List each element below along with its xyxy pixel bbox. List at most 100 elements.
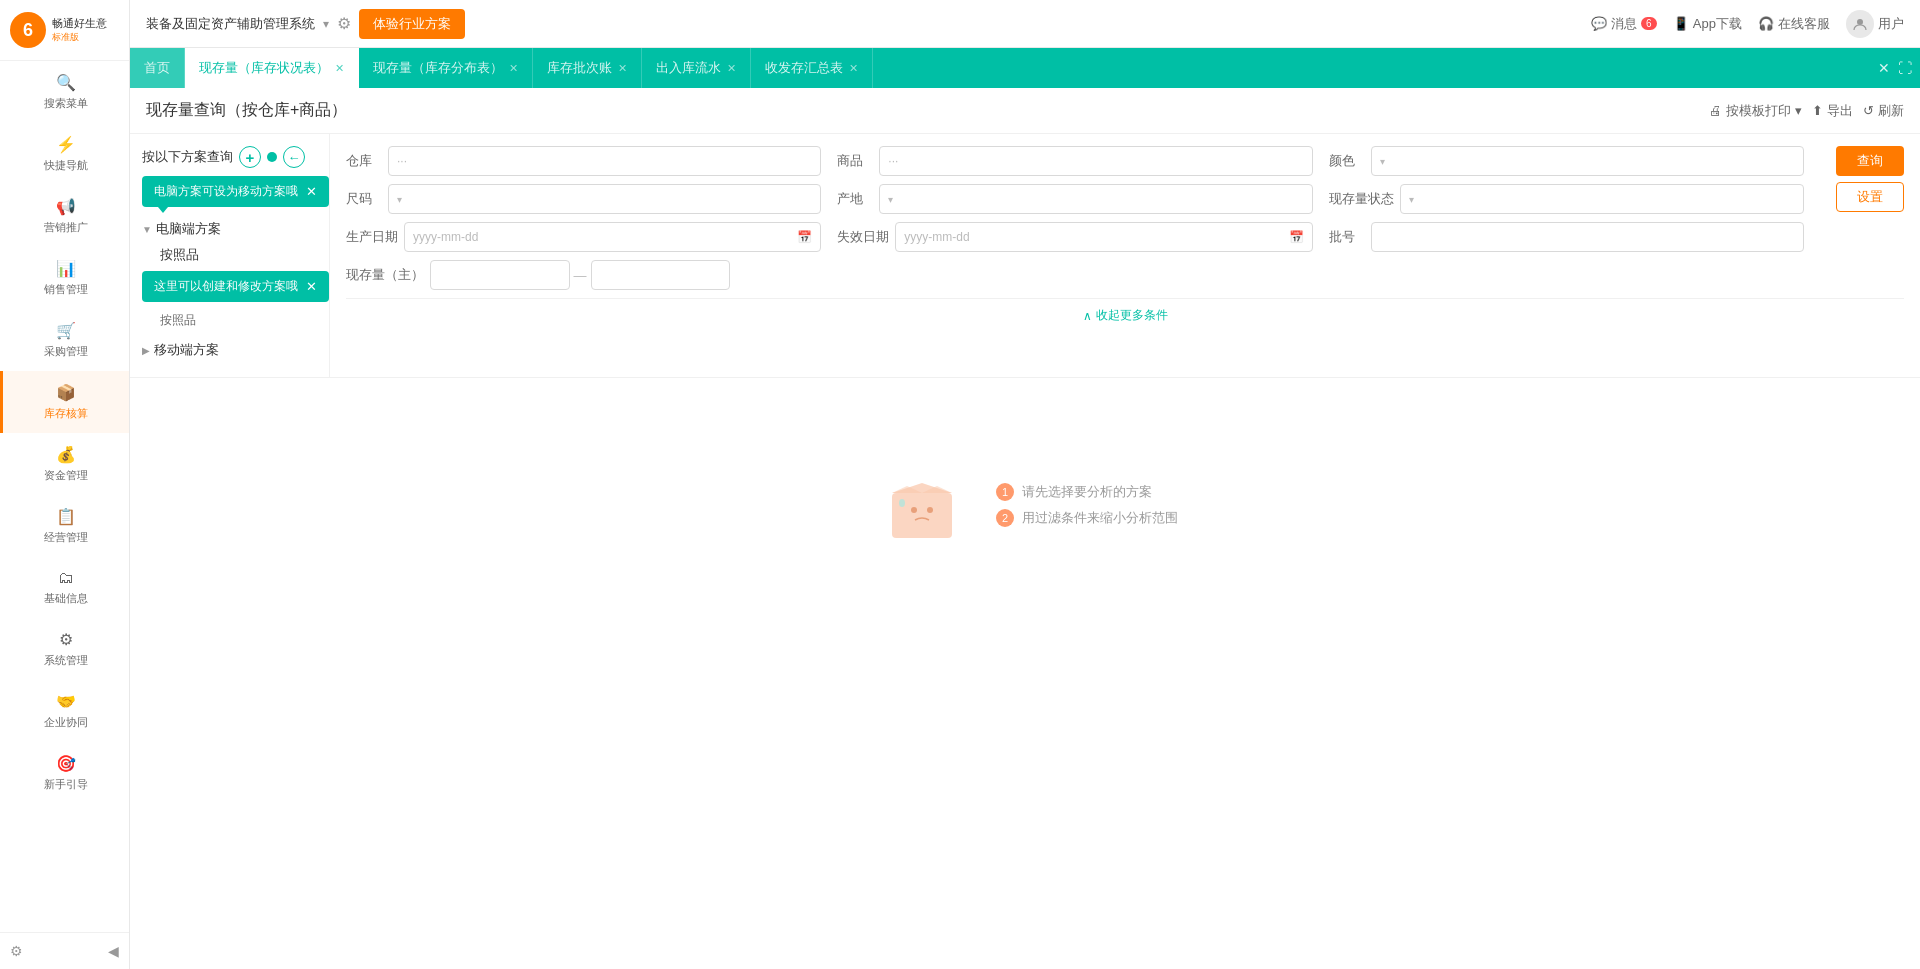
tab-in-out-flow[interactable]: 出入库流水 ✕ (642, 48, 751, 88)
sidebar-item-label: 企业协同 (44, 715, 88, 730)
goods-input[interactable]: ··· (879, 146, 1312, 176)
search-btn[interactable]: 查询 (1836, 146, 1904, 176)
basic-icon: 🗂 (58, 569, 74, 587)
tab-inventory-batch[interactable]: 库存批次账 ✕ (533, 48, 642, 88)
sidebar-item-label: 营销推广 (44, 220, 88, 235)
step-2-text: 用过滤条件来缩小分析范围 (1022, 509, 1178, 527)
svg-point-0 (1857, 19, 1863, 25)
filter-label: 按以下方案查询 (142, 148, 233, 166)
notification-action[interactable]: 💬 消息 6 (1591, 15, 1657, 33)
purchase-icon: 🛒 (56, 321, 76, 340)
sidebar-nav: 🔍 搜索菜单 ⚡ 快捷导航 📢 营销推广 📊 销售管理 🛒 采购管理 📦 (0, 61, 129, 932)
export-btn[interactable]: ⬆ 导出 (1812, 102, 1853, 120)
color-input[interactable]: ▾ (1371, 146, 1804, 176)
sidebar-item-finance[interactable]: 💰 资金管理 (0, 433, 129, 495)
sidebar-item-system[interactable]: ⚙ 系统管理 (0, 618, 129, 680)
system-title: 装备及固定资产辅助管理系统 (146, 15, 315, 33)
produce-date-start[interactable]: yyyy-mm-dd 📅 (404, 222, 821, 252)
tab-close-icon[interactable]: ✕ (509, 62, 518, 75)
sidebar-item-marketing[interactable]: 📢 营销推广 (0, 185, 129, 247)
size-input[interactable]: ▾ (388, 184, 821, 214)
tooltip-arrow-right (317, 282, 323, 292)
sidebar-item-operations[interactable]: 📋 经营管理 (0, 495, 129, 557)
tab-close-all-icon[interactable]: ✕ (1878, 60, 1890, 76)
tab-fullscreen-icon[interactable]: ⛶ (1898, 60, 1912, 76)
tab-close-icon[interactable]: ✕ (849, 62, 858, 75)
stock-qty-max[interactable] (591, 260, 731, 290)
tab-in-out-flow-label: 出入库流水 (656, 59, 721, 77)
origin-input[interactable]: ▾ (879, 184, 1312, 214)
calendar-icon2: 📅 (1289, 230, 1304, 244)
pc-scheme-item[interactable]: ▼ 电脑端方案 (142, 217, 317, 241)
print-btn[interactable]: 🖨 按模板打印 ▾ (1709, 102, 1802, 120)
filter-stock-status: 现存量状态 ▾ (1329, 184, 1804, 214)
app-download-action[interactable]: 📱 App下载 (1673, 15, 1742, 33)
sidebar-item-label: 搜索菜单 (44, 96, 88, 111)
user-avatar (1846, 10, 1874, 38)
sidebar-item-inventory[interactable]: 📦 库存核算 (0, 371, 129, 433)
batch-input[interactable] (1371, 222, 1804, 252)
pc-scheme-sub-item[interactable]: 按照品 (160, 243, 317, 267)
svg-point-4 (899, 499, 905, 507)
sidebar-item-guide[interactable]: 🎯 新手引导 (0, 742, 129, 804)
warehouse-input[interactable]: ··· (388, 146, 821, 176)
calendar-icon: 📅 (797, 230, 812, 244)
system-icon: ⚙ (59, 630, 73, 649)
print-dropdown-icon: ▾ (1795, 103, 1802, 118)
tab-inventory-dist[interactable]: 现存量（库存分布表） ✕ (359, 48, 533, 88)
mobile-scheme-item[interactable]: ▶ 移动端方案 (142, 335, 317, 365)
logo-text: 畅通好生意 (52, 16, 107, 31)
tab-inventory-status[interactable]: 现存量（库存状况表） ✕ (185, 48, 359, 88)
app-download-label: App下载 (1693, 15, 1742, 33)
tab-close-icon[interactable]: ✕ (727, 62, 736, 75)
tab-home[interactable]: 首页 (130, 48, 185, 88)
industry-btn[interactable]: 体验行业方案 (359, 9, 465, 39)
color-label: 颜色 (1329, 152, 1365, 170)
sidebar-item-label: 采购管理 (44, 344, 88, 359)
enterprise-icon: 🤝 (56, 692, 76, 711)
phone-icon: 📱 (1673, 16, 1689, 31)
sidebar-item-basic[interactable]: 🗂 基础信息 (0, 557, 129, 618)
filter-expire-date: 失效日期 yyyy-mm-dd 📅 (837, 222, 1312, 252)
sidebar-item-search[interactable]: 🔍 搜索菜单 (0, 61, 129, 123)
tab-inventory-batch-label: 库存批次账 (547, 59, 612, 77)
stock-status-input[interactable]: ▾ (1400, 184, 1804, 214)
back-scheme-btn[interactable]: ← (283, 146, 305, 168)
message-icon: 💬 (1591, 16, 1607, 31)
stock-status-label: 现存量状态 (1329, 190, 1394, 208)
sidebar-item-label: 经营管理 (44, 530, 88, 545)
tooltip-pc-close[interactable]: ✕ (306, 184, 317, 199)
collapse-sidebar-icon[interactable]: ◀ (108, 943, 119, 959)
quick-nav-icon: ⚡ (56, 135, 76, 154)
add-scheme-btn[interactable]: + (239, 146, 261, 168)
notification-badge: 6 (1641, 17, 1657, 30)
collapse-btn[interactable]: ∧ 收起更多条件 (346, 298, 1904, 332)
batch-label: 批号 (1329, 228, 1365, 246)
empty-step-2: 2 用过滤条件来缩小分析范围 (996, 509, 1178, 527)
expire-date-start[interactable]: yyyy-mm-dd 📅 (895, 222, 1312, 252)
pc-scheme-tree: ▼ 电脑端方案 按照品 (142, 217, 317, 267)
tab-receive-summary[interactable]: 收发存汇总表 ✕ (751, 48, 873, 88)
reset-btn[interactable]: 设置 (1836, 182, 1904, 212)
settings-footer-icon[interactable]: ⚙ (10, 943, 23, 959)
system-dropdown-arrow[interactable]: ▾ (323, 17, 329, 31)
sidebar-item-quicknav[interactable]: ⚡ 快捷导航 (0, 123, 129, 185)
tab-close-icon[interactable]: ✕ (618, 62, 627, 75)
online-support-action[interactable]: 🎧 在线客服 (1758, 15, 1830, 33)
tab-close-icon[interactable]: ✕ (335, 62, 344, 75)
sidebar-footer: ⚙ ◀ (0, 932, 129, 969)
sidebar-item-enterprise[interactable]: 🤝 企业协同 (0, 680, 129, 742)
user-label: 用户 (1878, 15, 1904, 33)
refresh-btn[interactable]: ↺ 刷新 (1863, 102, 1904, 120)
filter-row-1: 仓库 ··· 商品 ··· (346, 146, 1904, 176)
category-item[interactable]: 按照品 (160, 310, 317, 331)
settings-icon[interactable]: ⚙ (337, 14, 351, 33)
category-sub: 按照品 (142, 310, 317, 331)
stock-qty-min[interactable] (430, 260, 570, 290)
tooltip-edit-close[interactable]: ✕ (306, 279, 317, 294)
headset-icon: 🎧 (1758, 16, 1774, 31)
user-action[interactable]: 用户 (1846, 10, 1904, 38)
sidebar-item-sales[interactable]: 📊 销售管理 (0, 247, 129, 309)
sidebar-item-purchase[interactable]: 🛒 采购管理 (0, 309, 129, 371)
sidebar-item-label: 资金管理 (44, 468, 88, 483)
